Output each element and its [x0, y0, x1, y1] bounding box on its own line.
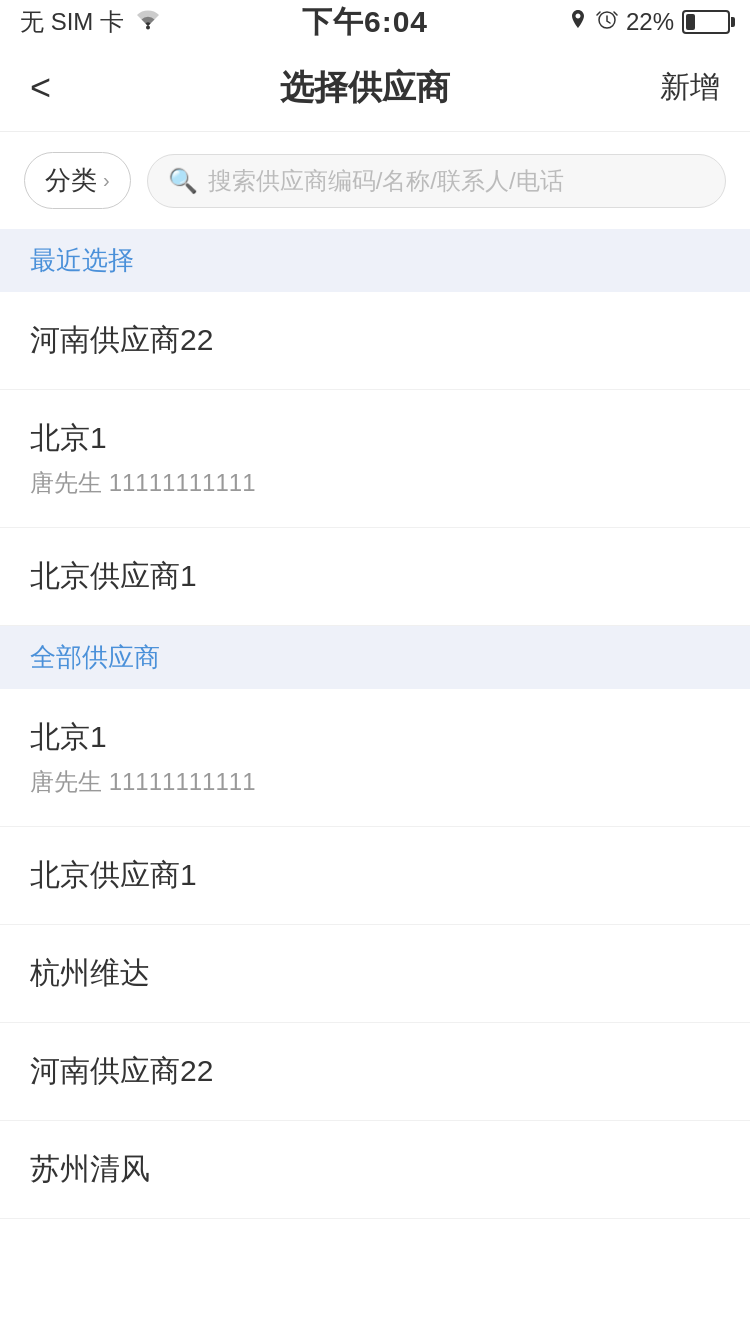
list-container: 最近选择河南供应商22 北京1 唐先生 11111111111 北京供应商1 全部供应商…: [0, 229, 750, 1219]
battery-percentage: 22%: [626, 8, 674, 36]
item-name: 河南供应商22: [30, 320, 720, 361]
svg-point-0: [146, 26, 150, 30]
new-button[interactable]: 新增: [640, 67, 720, 108]
filter-bar: 分类 › 🔍 搜索供应商编码/名称/联系人/电话: [0, 132, 750, 229]
item-detail: 唐先生 11111111111: [30, 766, 720, 798]
search-box[interactable]: 🔍 搜索供应商编码/名称/联系人/电话: [147, 154, 726, 208]
status-time: 下午6:04: [302, 2, 428, 43]
item-detail: 唐先生 11111111111: [30, 467, 720, 499]
search-icon: 🔍: [168, 167, 198, 195]
item-name: 杭州维达: [30, 953, 720, 994]
list-item[interactable]: 河南供应商22: [0, 292, 750, 390]
page-title: 选择供应商: [280, 65, 450, 111]
list-item[interactable]: 苏州清风: [0, 1121, 750, 1219]
nav-bar: < 选择供应商 新增: [0, 44, 750, 132]
list-item[interactable]: 北京供应商1: [0, 827, 750, 925]
list-item[interactable]: 北京供应商1: [0, 528, 750, 626]
list-item[interactable]: 杭州维达: [0, 925, 750, 1023]
item-name: 河南供应商22: [30, 1051, 720, 1092]
alarm-icon: [596, 8, 618, 36]
item-name: 北京1: [30, 418, 720, 459]
search-placeholder: 搜索供应商编码/名称/联系人/电话: [208, 165, 564, 197]
section-header-text-recent: 最近选择: [30, 245, 134, 275]
item-name: 苏州清风: [30, 1149, 720, 1190]
chevron-icon: ›: [103, 169, 110, 192]
category-button[interactable]: 分类 ›: [24, 152, 131, 209]
list-item[interactable]: 河南供应商22: [0, 1023, 750, 1121]
section-header-all: 全部供应商: [0, 626, 750, 689]
status-bar: 无 SIM 卡 下午6:04 22%: [0, 0, 750, 44]
list-item[interactable]: 北京1 唐先生 11111111111: [0, 390, 750, 528]
section-header-text-all: 全部供应商: [30, 642, 160, 672]
item-name: 北京供应商1: [30, 855, 720, 896]
list-item[interactable]: 北京1 唐先生 11111111111: [0, 689, 750, 827]
item-name: 北京供应商1: [30, 556, 720, 597]
item-name: 北京1: [30, 717, 720, 758]
carrier-text: 无 SIM 卡: [20, 6, 124, 38]
back-button[interactable]: <: [30, 67, 90, 109]
battery-icon: [682, 10, 730, 34]
status-right: 22%: [568, 8, 730, 36]
section-header-recent: 最近选择: [0, 229, 750, 292]
status-left: 无 SIM 卡: [20, 6, 162, 38]
category-label: 分类: [45, 163, 97, 198]
location-icon: [568, 8, 588, 36]
wifi-icon: [134, 8, 162, 36]
